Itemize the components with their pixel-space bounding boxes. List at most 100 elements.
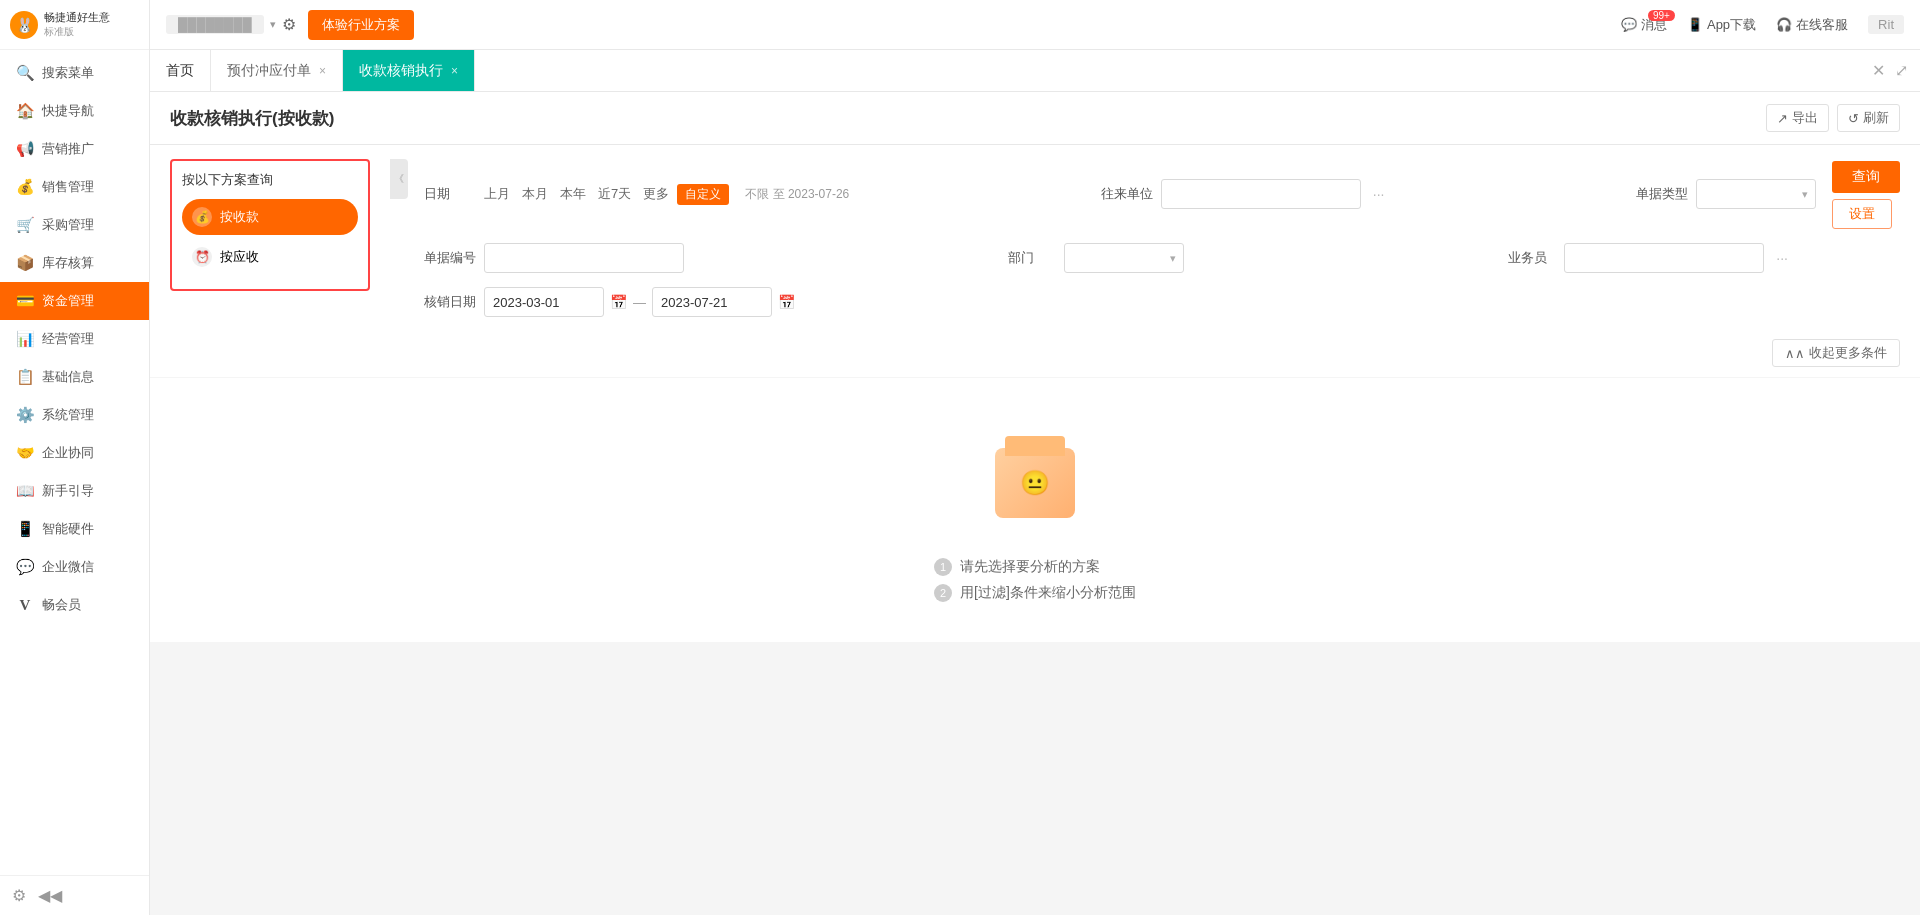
counterpart-dots-icon[interactable]: ··· — [1373, 186, 1385, 202]
staff-input[interactable] — [1564, 243, 1764, 273]
settings-bottom-icon[interactable]: ⚙ — [12, 886, 26, 905]
filter-option-receipt-label: 按收款 — [220, 208, 259, 226]
counterpart-input[interactable] — [1161, 179, 1361, 209]
online-service-button[interactable]: 🎧 在线客服 — [1776, 16, 1848, 34]
sidebar-label-member: 畅会员 — [42, 596, 81, 614]
filter-option-by-receivable[interactable]: ⏰ 按应收 — [182, 239, 358, 275]
date-tab-prev-month[interactable]: 上月 — [480, 183, 514, 205]
sidebar-item-inventory[interactable]: 📦 库存核算 — [0, 244, 149, 282]
sidebar-item-operation[interactable]: 📊 经营管理 — [0, 320, 149, 358]
sidebar-label-finance: 资金管理 — [42, 292, 94, 310]
doc-no-input[interactable] — [484, 243, 684, 273]
verify-date-field: 核销日期 📅 — 📅 — [424, 287, 795, 317]
sidebar-item-purchase[interactable]: 🛒 采购管理 — [0, 206, 149, 244]
verify-date-start-input[interactable] — [484, 287, 604, 317]
dept-field: 部门 — [1008, 243, 1184, 273]
sidebar-label-search: 搜索菜单 — [42, 64, 94, 82]
doc-type-label: 单据类型 — [1636, 185, 1688, 203]
staff-dots-icon[interactable]: ··· — [1776, 250, 1788, 266]
doc-type-select-wrapper — [1696, 179, 1816, 209]
action-buttons: 查询 设置 — [1832, 159, 1900, 229]
collapse-sidebar-icon[interactable]: ◀◀ — [38, 886, 62, 905]
verify-date-end-input[interactable] — [652, 287, 772, 317]
guide-icon: 📖 — [16, 482, 34, 500]
tab-home-label: 首页 — [166, 62, 194, 80]
dept-select[interactable] — [1064, 243, 1184, 273]
sidebar-item-hardware[interactable]: 📱 智能硬件 — [0, 510, 149, 548]
tab-prepay[interactable]: 预付冲应付单 × — [211, 50, 343, 91]
filter-option-receivable-label: 按应收 — [220, 248, 259, 266]
export-button[interactable]: ↗ 导出 — [1766, 104, 1829, 132]
verify-date-end-calendar-icon[interactable]: 📅 — [778, 294, 795, 310]
doc-no-field: 单据编号 — [424, 243, 684, 273]
date-label: 日期 — [424, 185, 472, 203]
sidebar-label-system: 系统管理 — [42, 406, 94, 424]
main-area: ████████ ▾ ⚙ 体验行业方案 💬 消息 99+ 📱 App下载 🎧 在… — [150, 0, 1920, 915]
sidebar-item-wechat[interactable]: 💬 企业微信 — [0, 548, 149, 586]
tab-collection[interactable]: 收款核销执行 × — [343, 50, 475, 91]
collapse-filter-button[interactable]: 《 — [390, 159, 408, 199]
operation-icon: 📊 — [16, 330, 34, 348]
refresh-button[interactable]: ↺ 刷新 — [1837, 104, 1900, 132]
sidebar-item-sales[interactable]: 💰 销售管理 — [0, 168, 149, 206]
filter-option-by-receipt[interactable]: 💰 按收款 — [182, 199, 358, 235]
sidebar-item-search[interactable]: 🔍 搜索菜单 — [0, 54, 149, 92]
date-tab-this-year[interactable]: 本年 — [556, 183, 590, 205]
message-button[interactable]: 💬 消息 99+ — [1621, 16, 1667, 34]
sidebar-item-marketing[interactable]: 📢 营销推广 — [0, 130, 149, 168]
wechat-icon: 💬 — [16, 558, 34, 576]
tip-num-1: 1 — [934, 558, 952, 576]
solution-button[interactable]: 体验行业方案 — [308, 10, 414, 40]
sidebar-item-quicknav[interactable]: 🏠 快捷导航 — [0, 92, 149, 130]
doc-type-select[interactable] — [1696, 179, 1816, 209]
search-icon: 🔍 — [16, 64, 34, 82]
sidebar-label-guide: 新手引导 — [42, 482, 94, 500]
date-tab-more[interactable]: 更多 — [639, 183, 673, 205]
dept-label: 部门 — [1008, 249, 1056, 267]
refresh-label: 刷新 — [1863, 109, 1889, 127]
date-tab-last7days[interactable]: 近7天 — [594, 183, 635, 205]
logo-version: 标准版 — [44, 25, 110, 39]
sidebar-item-finance[interactable]: 💳 资金管理 — [0, 282, 149, 320]
sidebar-item-guide[interactable]: 📖 新手引导 — [0, 472, 149, 510]
app-icon: 📱 — [1687, 17, 1703, 32]
empty-tip-2: 2 用[过滤]条件来缩小分析范围 — [934, 584, 1136, 602]
sidebar-item-basic[interactable]: 📋 基础信息 — [0, 358, 149, 396]
sidebar-label-basic: 基础信息 — [42, 368, 94, 386]
user-avatar[interactable]: Rit — [1868, 15, 1904, 34]
tab-prepay-close[interactable]: × — [319, 64, 326, 78]
page-content: 收款核销执行(按收款) ↗ 导出 ↺ 刷新 按以下方案查询 💰 按收款 — [150, 92, 1920, 915]
page-header-actions: ↗ 导出 ↺ 刷新 — [1766, 104, 1900, 144]
sidebar-label-operation: 经营管理 — [42, 330, 94, 348]
query-button[interactable]: 查询 — [1832, 161, 1900, 193]
service-icon: 🎧 — [1776, 17, 1792, 32]
expand-icon[interactable]: ⤢ — [1895, 61, 1908, 80]
date-nolimit: 不限 至 2023-07-26 — [745, 186, 849, 203]
chevron-down-icon[interactable]: ▾ — [270, 18, 276, 31]
tabbar: 首页 预付冲应付单 × 收款核销执行 × ✕ ⤢ — [150, 50, 1920, 92]
sidebar-bottom: ⚙ ◀◀ — [0, 875, 149, 915]
sidebar-item-member[interactable]: V 畅会员 — [0, 586, 149, 624]
settings-button[interactable]: 设置 — [1832, 199, 1892, 229]
date-tab-this-month[interactable]: 本月 — [518, 183, 552, 205]
sidebar-logo: 🐰 畅捷通好生意 标准版 — [0, 0, 149, 50]
sidebar-label-sales: 销售管理 — [42, 178, 94, 196]
topbar-right: 💬 消息 99+ 📱 App下载 🎧 在线客服 Rit — [1621, 15, 1904, 34]
app-download-button[interactable]: 📱 App下载 — [1687, 16, 1756, 34]
tab-collection-close[interactable]: × — [451, 64, 458, 78]
sidebar-item-system[interactable]: ⚙️ 系统管理 — [0, 396, 149, 434]
collapse-more-button[interactable]: ∧∧ 收起更多条件 — [1772, 339, 1900, 367]
sidebar-item-collab[interactable]: 🤝 企业协同 — [0, 434, 149, 472]
finance-icon: 💳 — [16, 292, 34, 310]
receipt-icon: 💰 — [192, 207, 212, 227]
marketing-icon: 📢 — [16, 140, 34, 158]
close-tab-icon[interactable]: ✕ — [1872, 61, 1885, 80]
gear-icon[interactable]: ⚙ — [282, 15, 296, 34]
page-title: 收款核销执行(按收款) — [170, 107, 334, 142]
date-tab-custom[interactable]: 自定义 — [677, 184, 729, 205]
query-form: 日期 上月 本月 本年 近7天 更多 自定义 不限 至 2023-07-26 — [424, 159, 1900, 377]
verify-date-start-calendar-icon[interactable]: 📅 — [610, 294, 627, 310]
dept-select-wrapper — [1064, 243, 1184, 273]
sidebar-label-marketing: 营销推广 — [42, 140, 94, 158]
tab-home[interactable]: 首页 — [150, 50, 211, 91]
